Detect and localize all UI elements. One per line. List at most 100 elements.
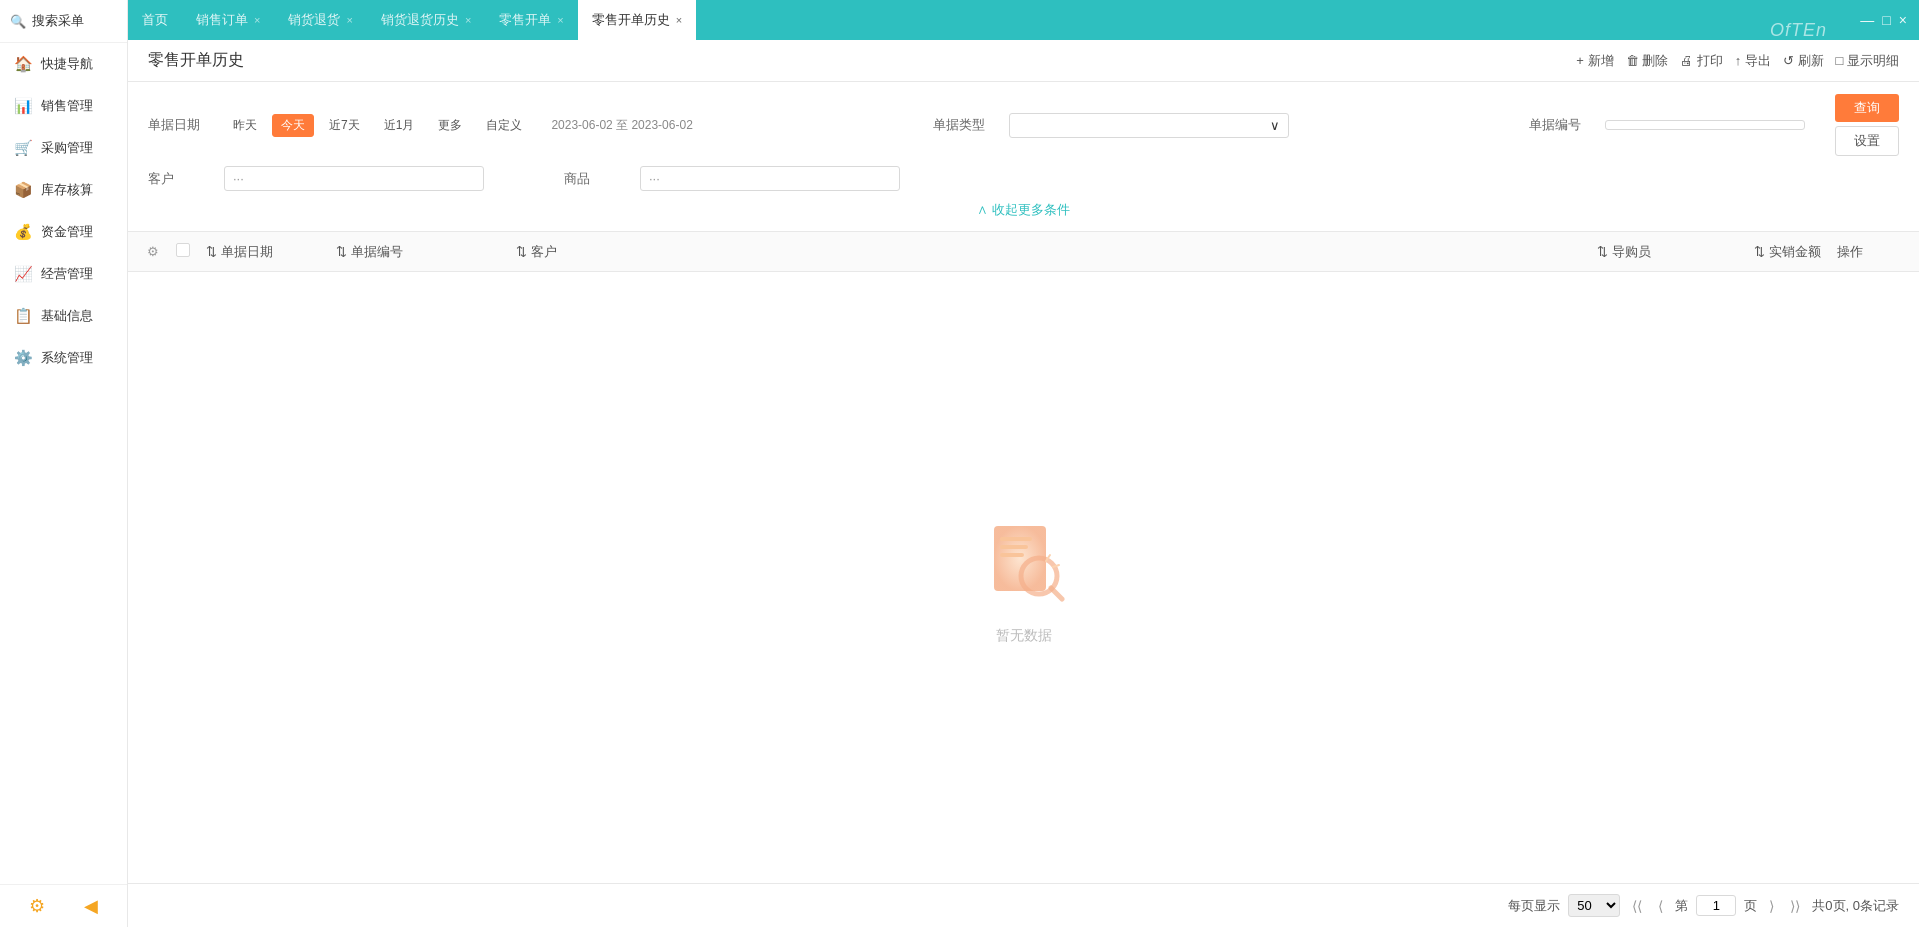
tab-home[interactable]: 首页 <box>128 0 182 40</box>
sidebar-item-inventory[interactable]: 📦库存核算 <box>0 169 127 211</box>
window-minimize-btn[interactable]: — <box>1860 12 1874 28</box>
tab-retail-open-history[interactable]: 零售开单历史 × <box>578 0 696 40</box>
num-filter-label: 单据编号 <box>1529 116 1585 134</box>
sidebar-item-sales-mgmt[interactable]: 📊销售管理 <box>0 85 127 127</box>
sidebar-item-purchase-mgmt[interactable]: 🛒 采购管理 <box>0 127 127 169</box>
tab-label-sales-return-history: 销货退货历史 <box>381 11 459 29</box>
page-header: 零售开单历史 + 新增 🗑 删除 🖨 打印 ↑ 导出 ↺ 刷新 □ 显示明细 <box>128 40 1919 82</box>
sidebar-label-inventory: 库存核算 <box>41 181 93 199</box>
client-filter-input[interactable]: ··· <box>224 166 484 191</box>
tab-close-retail-open[interactable]: × <box>557 14 563 26</box>
col-client-label: ⇅ 客户 <box>516 243 557 261</box>
sidebar-item-sys-mgmt[interactable]: ⚙️系统管理 <box>0 337 127 379</box>
client-input-placeholder: ··· <box>233 171 244 186</box>
sidebar-item-quick-nav[interactable]: 🏠快捷导航 <box>0 43 127 85</box>
collapse-filter-label: ∧ 收起更多条件 <box>977 201 1070 219</box>
empty-illustration <box>974 511 1074 611</box>
date-btn-more[interactable]: 更多 <box>429 114 471 137</box>
add-button[interactable]: + 新增 <box>1576 52 1613 70</box>
tab-retail-open[interactable]: 零售开单× <box>485 0 577 40</box>
sidebar-icon-purchase-mgmt: 🛒 <box>14 139 33 157</box>
page-prefix-label: 第 <box>1675 897 1688 915</box>
filter-area: 单据日期 昨天 今天 近7天 近1月 更多 自定义 2023-06-02 至 2… <box>128 82 1919 232</box>
col-header-guide[interactable]: ⇅ 导购员 <box>1589 237 1709 267</box>
svg-line-5 <box>1051 588 1062 599</box>
sidebar-item-finance[interactable]: 💰 资金管理 <box>0 211 127 253</box>
tab-sales-order[interactable]: 销售订单× <box>182 0 274 40</box>
num-filter-input[interactable] <box>1605 120 1805 130</box>
tab-label-sales-return: 销货退货 <box>288 11 340 29</box>
export-button[interactable]: ↑ 导出 <box>1735 52 1771 70</box>
date-range-display: 2023-06-02 至 2023-06-02 <box>551 117 692 134</box>
filter-row-1: 单据日期 昨天 今天 近7天 近1月 更多 自定义 2023-06-02 至 2… <box>148 94 1899 156</box>
display-detail-button[interactable]: □ 显示明细 <box>1836 52 1899 70</box>
tab-sales-return[interactable]: 销货退货 × <box>274 0 366 40</box>
col-action-label: 操作 <box>1837 243 1863 261</box>
col-header-date[interactable]: ⇅ 单据日期 <box>198 237 328 267</box>
collapse-filter-btn[interactable]: ∧ 收起更多条件 <box>148 201 1899 219</box>
date-btn-today[interactable]: 今天 <box>272 114 314 137</box>
date-btn-yesterday[interactable]: 昨天 <box>224 114 266 137</box>
date-btn-7days[interactable]: 近7天 <box>320 114 369 137</box>
goods-filter-input[interactable]: ··· <box>640 166 900 191</box>
col-header-client[interactable]: ⇅ 客户 <box>508 237 1589 267</box>
table-select-all[interactable] <box>168 243 198 260</box>
print-button[interactable]: 🖨 打印 <box>1680 52 1723 70</box>
filter-row-2: 客户 ··· 商品 ··· <box>148 166 1899 191</box>
tab-close-retail-open-history[interactable]: × <box>676 14 682 26</box>
per-page-select[interactable]: 50 10 20 100 <box>1568 894 1620 917</box>
col-amount-label: ⇅ 实销金额 <box>1754 243 1821 261</box>
tab-sales-return-history[interactable]: 销货退货历史 × <box>367 0 485 40</box>
tab-close-sales-return[interactable]: × <box>346 14 352 26</box>
sidebar-icon-finance: 💰 <box>14 223 33 241</box>
sidebar-icon-operations: 📈 <box>14 265 33 283</box>
page-prev-btn[interactable]: ⟨ <box>1654 896 1667 916</box>
date-btn-1month[interactable]: 近1月 <box>375 114 424 137</box>
query-button[interactable]: 查询 <box>1835 94 1899 122</box>
client-filter-label: 客户 <box>148 170 204 188</box>
total-records-label: 共0页, 0条记录 <box>1812 897 1899 915</box>
type-select-arrow: ∨ <box>1270 118 1280 133</box>
select-all-checkbox[interactable] <box>176 243 190 257</box>
sidebar-label-purchase-mgmt: 采购管理 <box>41 139 93 157</box>
sidebar-search[interactable]: 🔍 搜索采单 <box>0 0 127 43</box>
svg-rect-3 <box>1000 553 1024 557</box>
type-filter-select[interactable]: ∨ <box>1009 113 1289 138</box>
table-settings-btn[interactable]: ⚙ <box>138 244 168 259</box>
sidebar-label-basic-info: 基础信息 <box>41 307 93 325</box>
page-title: 零售开单历史 <box>148 50 244 71</box>
type-filter-label: 单据类型 <box>933 116 989 134</box>
delete-button[interactable]: 🗑 删除 <box>1626 52 1669 70</box>
col-header-num[interactable]: ⇅ 单据编号 <box>328 237 508 267</box>
sidebar-collapse-icon[interactable]: ◀ <box>84 895 98 917</box>
col-header-action: 操作 <box>1829 237 1909 267</box>
svg-rect-1 <box>1000 537 1032 541</box>
sidebar-label-finance: 资金管理 <box>41 223 93 241</box>
date-btn-custom[interactable]: 自定义 <box>477 114 531 137</box>
pagination: 每页显示 50 10 20 100 ⟨⟨ ⟨ 第 页 ⟩ ⟩⟩ 共0页, 0条记… <box>128 883 1919 927</box>
col-guide-label: ⇅ 导购员 <box>1597 243 1651 261</box>
date-filter-group: 昨天 今天 近7天 近1月 更多 自定义 <box>224 114 531 137</box>
page-last-btn[interactable]: ⟩⟩ <box>1786 896 1804 916</box>
tab-close-sales-return-history[interactable]: × <box>465 14 471 26</box>
table-container: ⚙ ⇅ 单据日期 ⇅ 单据编号 ⇅ 客户 ⇅ 导购员 ⇅ 实销金额 <box>128 232 1919 927</box>
settings-button[interactable]: 设置 <box>1835 126 1899 156</box>
sidebar-settings-icon[interactable]: ⚙ <box>29 895 45 917</box>
tab-label-retail-open-history: 零售开单历史 <box>592 11 670 29</box>
page-number-input[interactable] <box>1696 895 1736 916</box>
page-next-btn[interactable]: ⟩ <box>1765 896 1778 916</box>
sidebar-label-sys-mgmt: 系统管理 <box>41 349 93 367</box>
sidebar-item-operations[interactable]: 📈经营管理 <box>0 253 127 295</box>
topbar: 首页销售订单×销货退货×销货退货历史×零售开单×零售开单历史× OfTEn — … <box>128 0 1919 40</box>
sidebar-item-basic-info[interactable]: 📋基础信息 <box>0 295 127 337</box>
refresh-button[interactable]: ↺ 刷新 <box>1783 52 1824 70</box>
sidebar-label-quick-nav: 快捷导航 <box>41 55 93 73</box>
tab-close-sales-order[interactable]: × <box>254 14 260 26</box>
col-header-amount[interactable]: ⇅ 实销金额 <box>1709 237 1829 267</box>
sidebar-bottom: ⚙ ◀ <box>0 884 127 927</box>
col-num-label: ⇅ 单据编号 <box>336 243 403 261</box>
sidebar-icon-sales-mgmt: 📊 <box>14 97 33 115</box>
page-first-btn[interactable]: ⟨⟨ <box>1628 896 1646 916</box>
window-maximize-btn[interactable]: □ <box>1882 12 1890 28</box>
window-close-btn[interactable]: × <box>1899 12 1907 28</box>
